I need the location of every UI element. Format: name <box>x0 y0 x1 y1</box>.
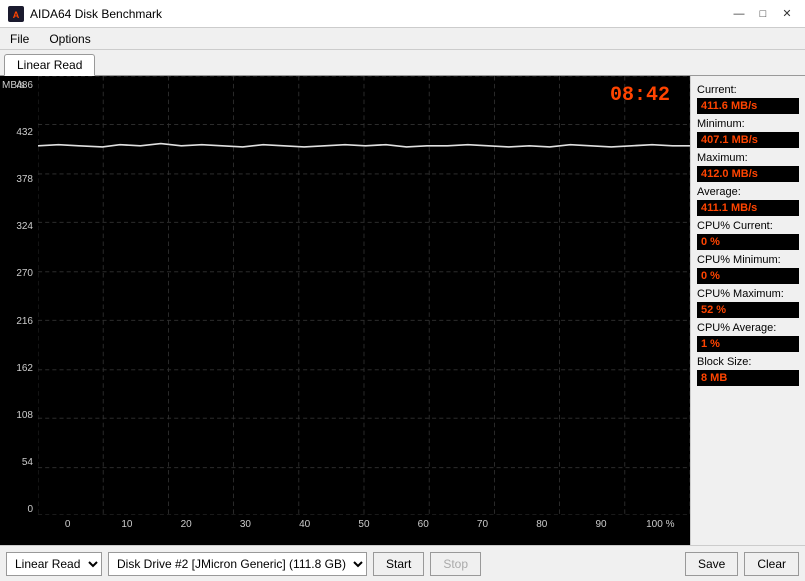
maximum-label: Maximum: <box>697 152 799 164</box>
start-button[interactable]: Start <box>373 552 424 576</box>
x-label-30: 30 <box>216 519 275 530</box>
stats-panel: Current: 411.6 MB/s Minimum: 407.1 MB/s … <box>690 76 805 545</box>
current-value: 411.6 MB/s <box>697 98 799 114</box>
tab-bar: Linear Read <box>0 50 805 76</box>
average-label: Average: <box>697 186 799 198</box>
y-label-486: 486 <box>2 80 36 91</box>
y-label-0: 0 <box>2 504 36 515</box>
menu-options[interactable]: Options <box>39 30 100 48</box>
x-label-90: 90 <box>571 519 630 530</box>
minimize-button[interactable]: — <box>729 5 749 23</box>
x-axis: 0 10 20 30 40 50 60 70 80 90 100 % <box>38 515 690 545</box>
menu-file[interactable]: File <box>0 30 39 48</box>
block-size-label: Block Size: <box>697 356 799 368</box>
test-select[interactable]: Linear Read <box>6 552 102 576</box>
app-icon: A <box>8 6 24 22</box>
close-button[interactable]: ✕ <box>777 5 797 23</box>
tab-linear-read[interactable]: Linear Read <box>4 54 95 76</box>
chart-canvas <box>38 76 690 515</box>
x-label-0: 0 <box>38 519 97 530</box>
menu-bar: File Options <box>0 28 805 50</box>
drive-select[interactable]: Disk Drive #2 [JMicron Generic] (111.8 G… <box>108 552 367 576</box>
cpu-minimum-label: CPU% Minimum: <box>697 254 799 266</box>
cpu-current-value: 0 % <box>697 234 799 250</box>
cpu-minimum-value: 0 % <box>697 268 799 284</box>
time-display: 08:42 <box>610 84 670 107</box>
cpu-average-value: 1 % <box>697 336 799 352</box>
x-label-10: 10 <box>97 519 156 530</box>
chart-svg <box>38 76 690 515</box>
x-label-60: 60 <box>394 519 453 530</box>
chart-area: MB/s 486 432 378 324 270 216 162 108 54 … <box>0 76 690 545</box>
maximize-button[interactable]: □ <box>753 5 773 23</box>
x-label-100: 100 % <box>631 519 690 530</box>
x-label-40: 40 <box>275 519 334 530</box>
svg-text:A: A <box>13 10 20 20</box>
minimum-value: 407.1 MB/s <box>697 132 799 148</box>
y-label-162: 162 <box>2 363 36 374</box>
y-label-216: 216 <box>2 316 36 327</box>
x-label-50: 50 <box>334 519 393 530</box>
x-label-70: 70 <box>453 519 512 530</box>
title-bar: A AIDA64 Disk Benchmark — □ ✕ <box>0 0 805 28</box>
bottom-toolbar: Linear Read Disk Drive #2 [JMicron Gener… <box>0 545 805 581</box>
window-title: AIDA64 Disk Benchmark <box>30 7 162 21</box>
y-label-108: 108 <box>2 410 36 421</box>
cpu-average-label: CPU% Average: <box>697 322 799 334</box>
block-size-value: 8 MB <box>697 370 799 386</box>
cpu-current-label: CPU% Current: <box>697 220 799 232</box>
y-axis: 486 432 378 324 270 216 162 108 54 0 <box>0 76 38 515</box>
x-label-80: 80 <box>512 519 571 530</box>
current-label: Current: <box>697 84 799 96</box>
title-bar-left: A AIDA64 Disk Benchmark <box>8 6 162 22</box>
y-label-378: 378 <box>2 174 36 185</box>
main-content: MB/s 486 432 378 324 270 216 162 108 54 … <box>0 76 805 545</box>
y-label-432: 432 <box>2 127 36 138</box>
cpu-maximum-value: 52 % <box>697 302 799 318</box>
maximum-value: 412.0 MB/s <box>697 166 799 182</box>
save-button[interactable]: Save <box>685 552 738 576</box>
cpu-maximum-label: CPU% Maximum: <box>697 288 799 300</box>
clear-button[interactable]: Clear <box>744 552 799 576</box>
x-label-20: 20 <box>157 519 216 530</box>
stop-button[interactable]: Stop <box>430 552 481 576</box>
average-value: 411.1 MB/s <box>697 200 799 216</box>
title-bar-controls: — □ ✕ <box>729 5 797 23</box>
y-label-324: 324 <box>2 221 36 232</box>
y-label-54: 54 <box>2 457 36 468</box>
y-label-270: 270 <box>2 268 36 279</box>
minimum-label: Minimum: <box>697 118 799 130</box>
